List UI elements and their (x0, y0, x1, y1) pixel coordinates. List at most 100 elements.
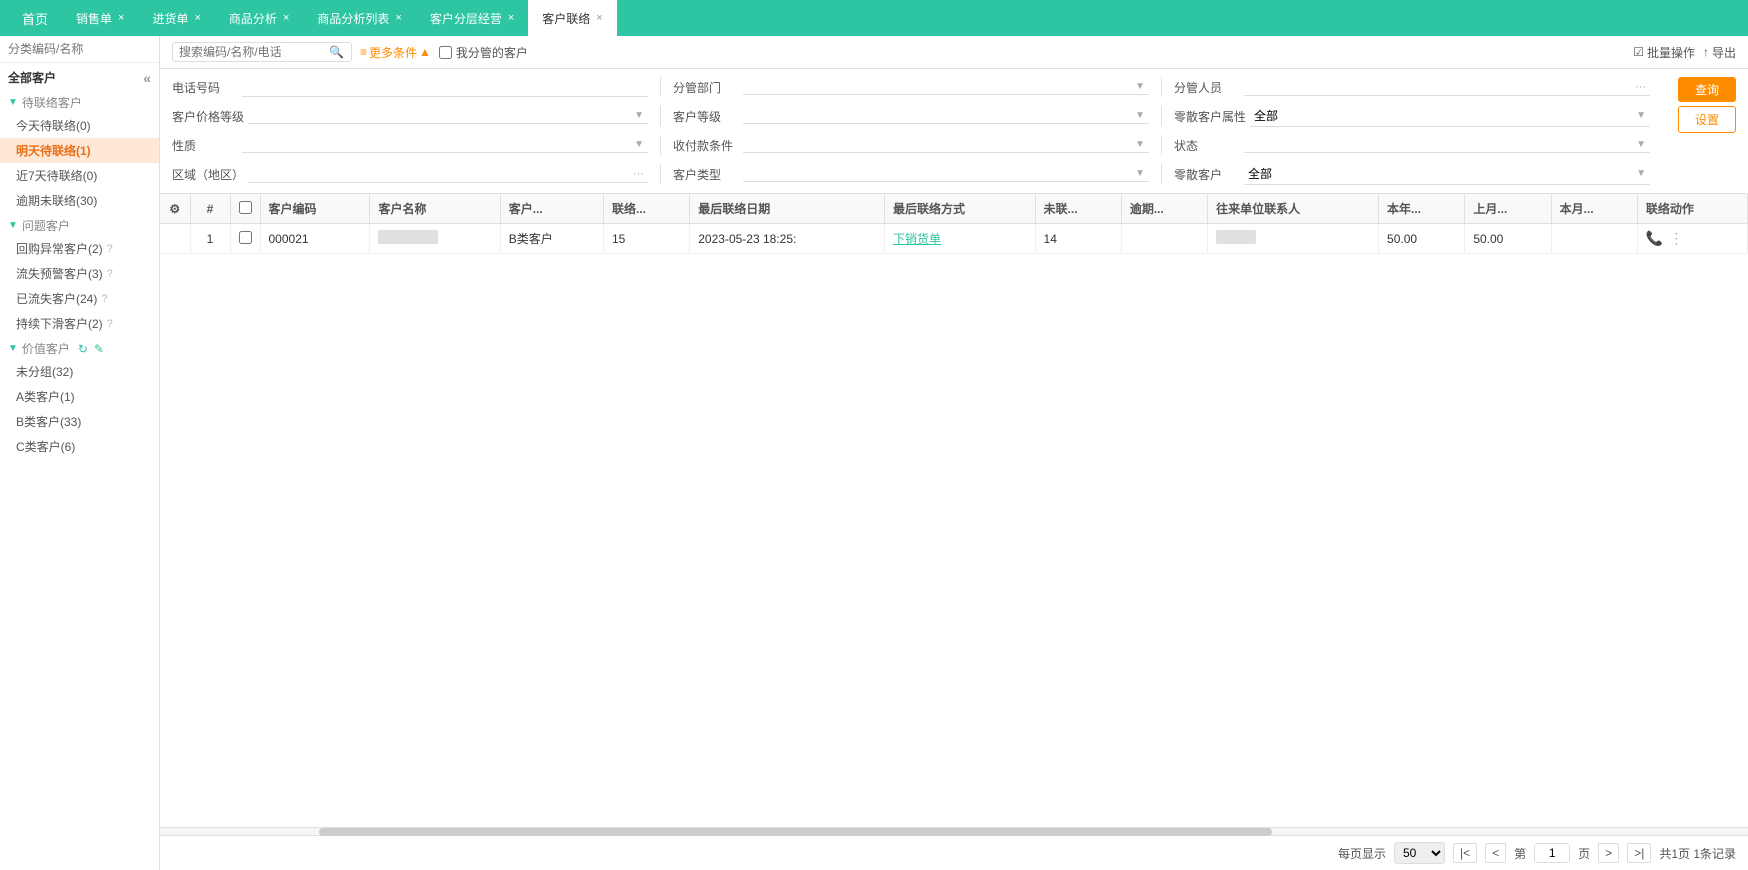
horizontal-scrollbar[interactable] (160, 827, 1748, 835)
sidebar-item-continuous-decline[interactable]: 持续下滑客户(2) ? (0, 311, 159, 336)
scrollbar-thumb[interactable] (319, 828, 1272, 836)
query-btn[interactable]: 查询 (1678, 77, 1736, 102)
sidebar-item-repurchase-abnormal[interactable]: 回购异常客户(2) ? (0, 236, 159, 261)
retail-customer-select[interactable]: 全部 ▼ (1244, 163, 1650, 185)
customer-type-label: 客户类型 (673, 166, 743, 183)
sidebar-item-overdue-pending[interactable]: 逾期未联络(30) (0, 188, 159, 213)
row-checkbox[interactable] (239, 231, 252, 244)
sidebar-item-class-c[interactable]: C类客户(6) (0, 434, 159, 459)
value-group: ▼ 价值客户 ↻ ✎ (0, 336, 159, 359)
retail-attr-chevron-icon: ▼ (1636, 110, 1646, 121)
filter-divider-1 (660, 77, 661, 97)
export-btn[interactable]: ↑ 导出 (1703, 44, 1736, 61)
row-last-contact-method-cell[interactable]: 下销货单 (884, 224, 1035, 254)
row-check-cell[interactable] (230, 224, 260, 254)
nav-sales[interactable]: 销售单 × (62, 0, 138, 36)
page-input[interactable] (1534, 843, 1570, 863)
row-contacts-cell: 15 (603, 224, 689, 254)
col-code-header: 客户编码 (260, 194, 370, 224)
per-page-select[interactable]: 50 100 200 (1394, 842, 1445, 864)
customers-table: ⚙ # 客户编码 客户名称 客户... (160, 194, 1748, 254)
dept-select[interactable]: ▼ (743, 79, 1149, 95)
nav-customer-contact[interactable]: 客户联络 × (528, 0, 616, 36)
more-action-icon[interactable]: ⋮ (1669, 230, 1683, 247)
more-conditions-btn[interactable]: ≡ 更多条件 ▲ (360, 44, 431, 61)
last-page-btn[interactable]: >| (1627, 843, 1651, 863)
gear-icon[interactable]: ⚙ (169, 202, 180, 216)
retail-customer-chevron-icon: ▼ (1636, 168, 1646, 179)
bulk-op-btn[interactable]: ☑ 批量操作 (1633, 44, 1695, 61)
close-customer-tier-icon[interactable]: × (508, 12, 514, 24)
last-contact-method-link[interactable]: 下销货单 (893, 232, 941, 246)
price-level-select[interactable]: ▼ (248, 108, 648, 124)
status-select[interactable]: ▼ (1244, 137, 1650, 153)
filter-bar: 🔍 ≡ 更多条件 ▲ 我分管的客户 ☑ 批量操作 ↑ 导出 (160, 36, 1748, 69)
filter-search-input[interactable] (179, 45, 329, 59)
next-page-btn[interactable]: > (1598, 843, 1619, 863)
phone-input[interactable] (242, 78, 648, 97)
filter-icon: ≡ (360, 45, 367, 59)
nav-purchase[interactable]: 进货单 × (138, 0, 214, 36)
sidebar-item-class-a[interactable]: A类客户(1) (0, 384, 159, 409)
close-goods-analysis-list-icon[interactable]: × (395, 12, 401, 24)
close-sales-icon[interactable]: × (118, 12, 124, 24)
per-page-label: 每页显示 (1338, 845, 1386, 862)
nav-goods-analysis-list[interactable]: 商品分析列表 × (303, 0, 415, 36)
retail-attr-select[interactable]: 全部 ▼ (1250, 105, 1650, 127)
filter-nature-field: 性质 ▼ (172, 137, 648, 154)
nav-home[interactable]: 首页 (8, 0, 62, 36)
status-label: 状态 (1174, 137, 1244, 154)
nav-customer-tier[interactable]: 客户分层经营 × (416, 0, 528, 36)
reset-btn[interactable]: 设置 (1678, 106, 1736, 133)
sidebar-item-today-pending[interactable]: 今天待联络(0) (0, 113, 159, 138)
my-customers-checkbox-label[interactable]: 我分管的客户 (439, 44, 528, 61)
edit-value-icon[interactable]: ✎ (94, 342, 104, 356)
contact-icon[interactable]: 📞 (1646, 230, 1663, 247)
sidebar-item-class-b[interactable]: B类客户(33) (0, 409, 159, 434)
col-not-contacted-header: 未联... (1035, 194, 1121, 224)
all-customers-section: 全部客户 « (0, 63, 159, 90)
help-icon-continuous-decline[interactable]: ? (107, 318, 113, 330)
sidebar-search-input[interactable] (8, 42, 160, 56)
row-action-cell: 📞 ⋮ (1637, 224, 1747, 254)
payment-chevron-icon: ▼ (1135, 139, 1145, 150)
filter-search-icon[interactable]: 🔍 (329, 45, 344, 59)
filter-region-field: 区域（地区） ··· (172, 166, 648, 183)
customer-level-select[interactable]: ▼ (743, 108, 1149, 124)
col-settings-header[interactable]: ⚙ (160, 194, 190, 224)
region-select[interactable]: ··· (248, 166, 648, 183)
row-customer-type-cell: B类客户 (500, 224, 603, 254)
sidebar-item-tomorrow-pending[interactable]: 明天待联络(1) (0, 138, 159, 163)
filter-row-3: 性质 ▼ 收付款条件 ▼ (172, 135, 1650, 155)
person-select[interactable]: ··· (1244, 79, 1650, 96)
sidebar-item-lost-risk[interactable]: 流失预警客户(3) ? (0, 261, 159, 286)
help-icon-lost[interactable]: ? (101, 293, 107, 305)
value-triangle-icon: ▼ (8, 343, 18, 354)
help-icon-repurchase[interactable]: ? (107, 243, 113, 255)
payment-select[interactable]: ▼ (743, 137, 1149, 153)
sidebar-item-week-pending[interactable]: 近7天待联络(0) (0, 163, 159, 188)
col-check-header[interactable] (230, 194, 260, 224)
customer-type-select[interactable]: ▼ (743, 166, 1149, 182)
collapse-icon[interactable]: « (143, 70, 151, 86)
help-icon-lost-risk[interactable]: ? (107, 268, 113, 280)
sidebar-item-lost[interactable]: 已流失客户(24) ? (0, 286, 159, 311)
close-purchase-icon[interactable]: × (194, 12, 200, 24)
page-label: 第 (1514, 845, 1526, 862)
filter-retail-customer-field: 零散客户 全部 ▼ (1174, 163, 1650, 185)
total-label: 共1页 1条记录 (1659, 845, 1736, 862)
close-goods-analysis-icon[interactable]: × (283, 12, 289, 24)
nature-select[interactable]: ▼ (242, 137, 648, 153)
customer-name-blurred (378, 230, 438, 244)
select-all-checkbox[interactable] (239, 201, 252, 214)
filter-price-level-field: 客户价格等级 ▼ (172, 108, 648, 125)
refresh-icon[interactable]: ↻ (78, 342, 88, 356)
row-last-contact-date-cell: 2023-05-23 18:25: (690, 224, 885, 254)
my-customers-checkbox[interactable] (439, 46, 452, 59)
prev-page-btn[interactable]: < (1485, 843, 1506, 863)
sidebar-item-ungrouped[interactable]: 未分组(32) (0, 359, 159, 384)
nav-goods-analysis[interactable]: 商品分析 × (215, 0, 303, 36)
close-customer-contact-icon[interactable]: × (596, 12, 602, 24)
first-page-btn[interactable]: |< (1453, 843, 1477, 863)
table-area: ⚙ # 客户编码 客户名称 客户... (160, 194, 1748, 827)
